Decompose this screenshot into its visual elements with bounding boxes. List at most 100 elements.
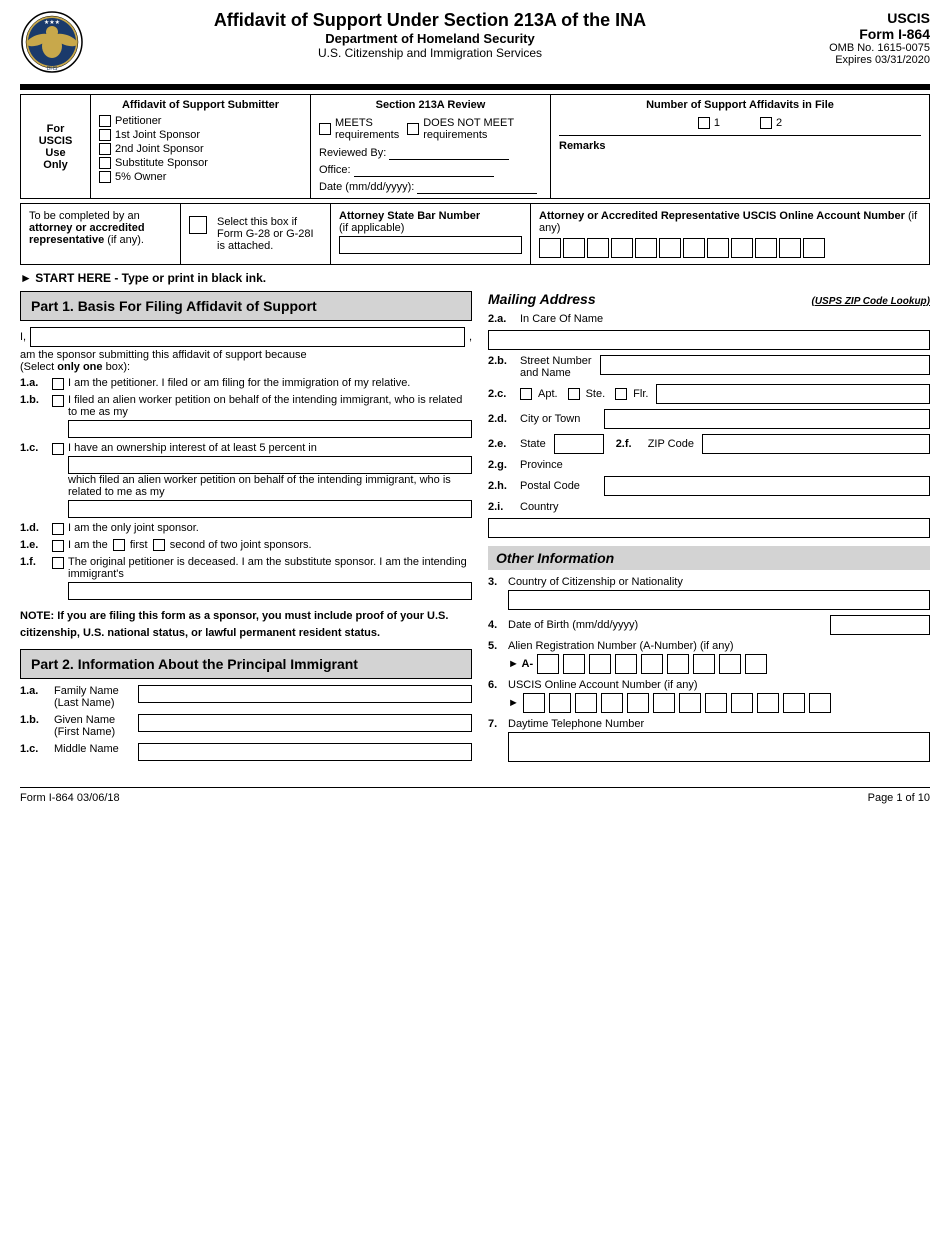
seg-8[interactable] <box>707 238 729 258</box>
middle-name-input[interactable] <box>138 743 472 761</box>
seg-5[interactable] <box>635 238 657 258</box>
uscis-seg-7[interactable] <box>679 693 701 713</box>
apt-id: 2.c. <box>488 388 516 400</box>
a-seg-4[interactable] <box>615 654 637 674</box>
seg-11[interactable] <box>779 238 801 258</box>
a-seg-2[interactable] <box>563 654 585 674</box>
a-seg-3[interactable] <box>589 654 611 674</box>
joint1-checkbox[interactable] <box>99 129 111 141</box>
seg-4[interactable] <box>611 238 633 258</box>
a-seg-6[interactable] <box>667 654 689 674</box>
attorney-row: To be completed by an attorney or accred… <box>20 203 930 265</box>
uscis-seg-10[interactable] <box>757 693 779 713</box>
uscis-seg-2[interactable] <box>549 693 571 713</box>
start-here-text: ► START HERE - Type or print in black in… <box>20 271 266 285</box>
option-1f-checkbox[interactable] <box>52 557 64 569</box>
option-1c-input1[interactable] <box>68 456 472 474</box>
left-column: Part 1. Basis For Filing Affidavit of Su… <box>20 291 480 767</box>
uscis-account-arrow: ► <box>508 697 519 709</box>
option-1e-first-checkbox[interactable] <box>113 539 125 551</box>
uscis-seg-4[interactable] <box>601 693 623 713</box>
a-seg-5[interactable] <box>641 654 663 674</box>
online-account-header: Attorney or Accredited Representative US… <box>539 210 905 222</box>
ste-checkbox[interactable] <box>568 388 580 400</box>
city-input[interactable] <box>604 409 930 429</box>
does-not-meet-checkbox[interactable] <box>407 123 419 135</box>
a-seg-7[interactable] <box>693 654 715 674</box>
country-input[interactable] <box>488 518 930 538</box>
account-number-boxes <box>539 238 921 258</box>
seg-9[interactable] <box>731 238 753 258</box>
zip-input[interactable] <box>702 434 930 454</box>
uscis-seg-3[interactable] <box>575 693 597 713</box>
uscis-seg-6[interactable] <box>653 693 675 713</box>
seg-10[interactable] <box>755 238 777 258</box>
dept-name: Department of Homeland Security <box>90 31 770 46</box>
citizenship-input[interactable] <box>508 590 930 610</box>
agency-name: U.S. Citizenship and Immigration Service… <box>90 46 770 60</box>
option-1c-input2[interactable] <box>68 500 472 518</box>
petitioner-checkbox[interactable] <box>99 115 111 127</box>
uscis-account-row: 6. USCIS Online Account Number (if any) … <box>488 679 930 713</box>
option-1b-input[interactable] <box>68 420 472 438</box>
num1-checkbox[interactable] <box>698 117 710 129</box>
uscis-seg-11[interactable] <box>783 693 805 713</box>
substitute-checkbox[interactable] <box>99 157 111 169</box>
option-1e-checkbox[interactable] <box>52 540 64 552</box>
option-1e-content: I am the first second of two joint spons… <box>68 539 472 551</box>
bar-number-input[interactable] <box>339 236 522 254</box>
option-1a-num: 1.a. <box>20 377 48 389</box>
option-1b-checkbox[interactable] <box>52 395 64 407</box>
uscis-seg-9[interactable] <box>731 693 753 713</box>
owner-checkbox[interactable] <box>99 171 111 183</box>
care-of-input[interactable] <box>488 330 930 350</box>
family-name-input[interactable] <box>138 685 472 703</box>
usps-link[interactable]: (USPS ZIP Code Lookup) <box>811 296 930 307</box>
a-seg-8[interactable] <box>719 654 741 674</box>
option-1a-checkbox[interactable] <box>52 378 64 390</box>
postal-label: Postal Code <box>520 480 600 492</box>
option-1c-checkbox[interactable] <box>52 443 64 455</box>
option-1f-input[interactable] <box>68 582 472 600</box>
state-input[interactable] <box>554 434 604 454</box>
option-1d-checkbox[interactable] <box>52 523 64 535</box>
a-seg-9[interactable] <box>745 654 767 674</box>
joint2-checkbox[interactable] <box>99 143 111 155</box>
seg-1[interactable] <box>539 238 561 258</box>
a-seg-1[interactable] <box>537 654 559 674</box>
dob-input[interactable] <box>830 615 930 635</box>
phone-input[interactable] <box>508 732 930 762</box>
apt-number-input[interactable] <box>656 384 930 404</box>
a-prefix: ► A- <box>508 658 533 670</box>
postal-input[interactable] <box>604 476 930 496</box>
bar-number-sub: (if applicable) <box>339 222 522 234</box>
num1-option: 1 <box>698 117 720 129</box>
uscis-seg-1[interactable] <box>523 693 545 713</box>
given-name-input[interactable] <box>138 714 472 732</box>
option-1e: 1.e. I am the first second of two joint … <box>20 539 472 552</box>
right-column: Mailing Address (USPS ZIP Code Lookup) 2… <box>480 291 930 767</box>
uscis-seg-12[interactable] <box>809 693 831 713</box>
num2-checkbox[interactable] <box>760 117 772 129</box>
submitter-cell: Affidavit of Support Submitter Petitione… <box>91 95 311 198</box>
g28-checkbox[interactable] <box>189 216 207 234</box>
seg-3[interactable] <box>587 238 609 258</box>
seg-6[interactable] <box>659 238 681 258</box>
uscis-seg-8[interactable] <box>705 693 727 713</box>
option-1d-text: I am the only joint sponsor. <box>68 522 472 534</box>
seg-7[interactable] <box>683 238 705 258</box>
uscis-seg-5[interactable] <box>627 693 649 713</box>
uscis-account-label: USCIS Online Account Number (if any) ► <box>508 679 930 713</box>
meets-checkbox[interactable] <box>319 123 331 135</box>
joint2-option: 2nd Joint Sponsor <box>99 143 302 155</box>
apt-checkbox[interactable] <box>520 388 532 400</box>
sponsor-name-input[interactable] <box>30 327 465 347</box>
street-input[interactable] <box>600 355 930 375</box>
flr-checkbox[interactable] <box>615 388 627 400</box>
seg-2[interactable] <box>563 238 585 258</box>
seg-12[interactable] <box>803 238 825 258</box>
option-1e-second-checkbox[interactable] <box>153 539 165 551</box>
reviewed-by-row: Reviewed By: <box>319 147 542 160</box>
uscis-account-num: 6. <box>488 679 504 691</box>
does-not-meet-label: DOES NOT MEETrequirements <box>423 117 514 141</box>
